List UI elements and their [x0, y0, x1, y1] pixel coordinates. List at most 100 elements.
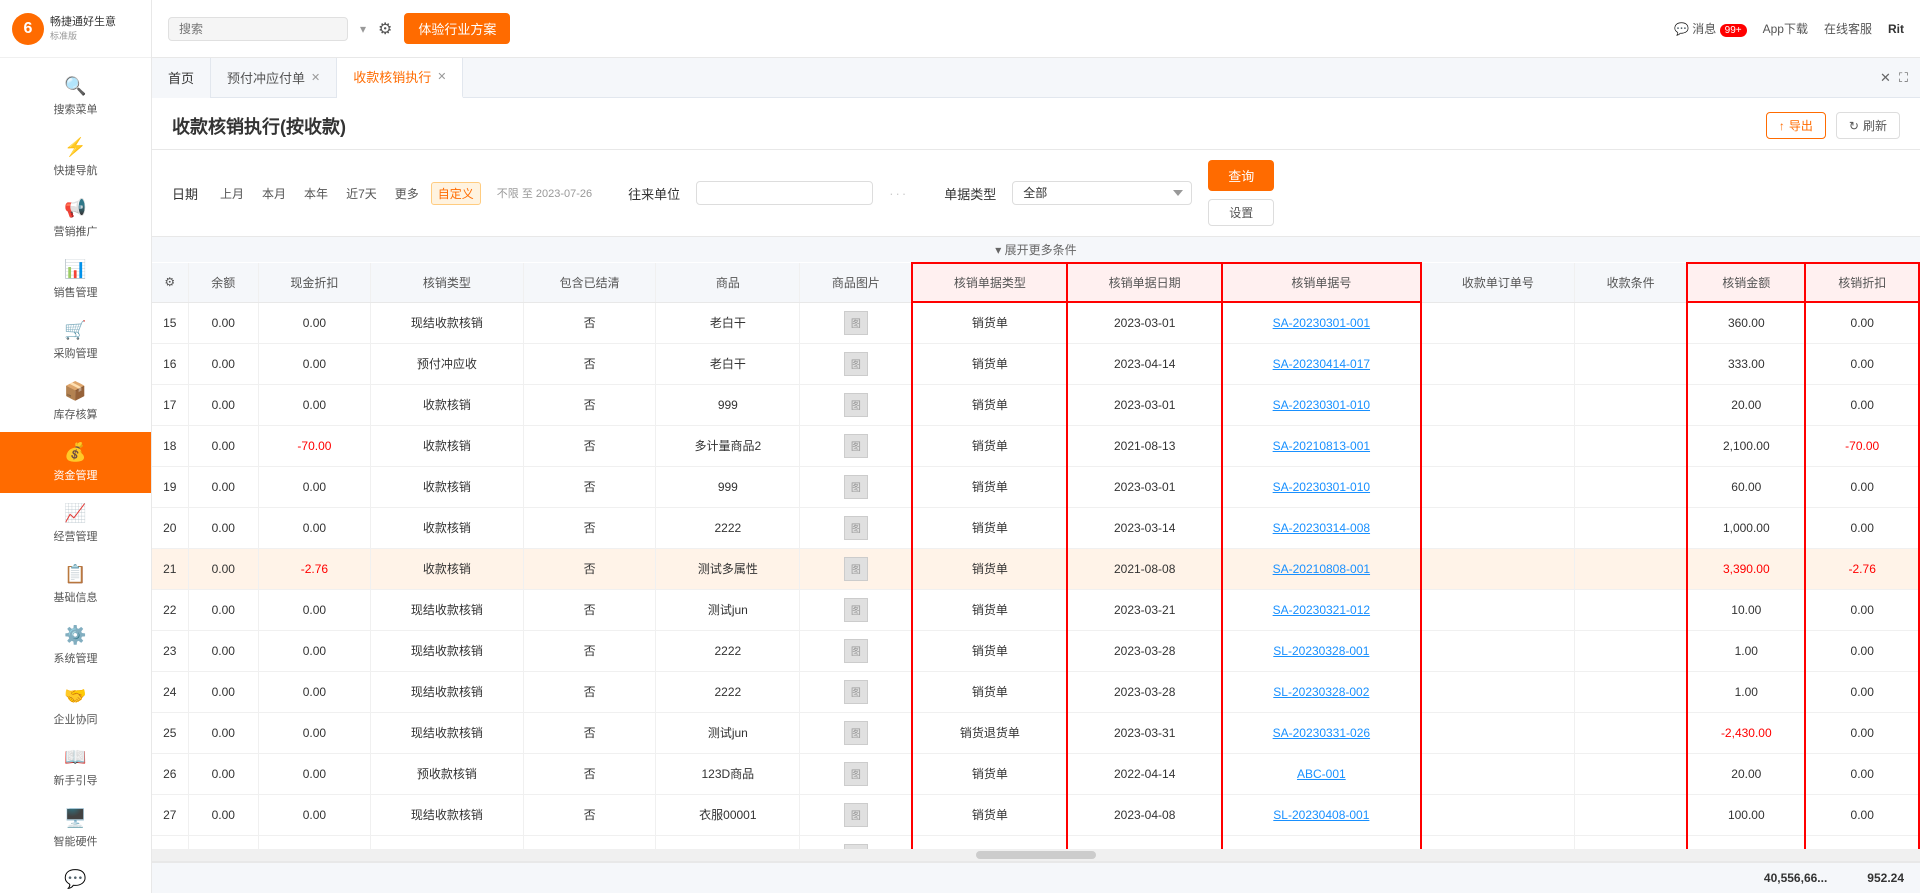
table-footer: 40,556,66... 952.24 — [152, 861, 1920, 893]
settings-icon[interactable]: ⚙ — [378, 19, 392, 39]
table-row: 270.000.00现结收款核销否衣服00001图销货单2023-04-08SL… — [152, 794, 1919, 835]
app-download-link[interactable]: App下载 — [1763, 20, 1808, 37]
date-btn-last-month[interactable]: 上月 — [214, 183, 250, 204]
tab-verify-label: 收款核销执行 — [353, 67, 431, 86]
page-title: 收款核销执行(按收款) — [172, 113, 346, 139]
sidebar-item-quicknav[interactable]: ⚡ 快捷导航 — [0, 127, 151, 188]
tab-close-all-icon[interactable]: ✕ — [1880, 70, 1891, 86]
sidebar-item-guide[interactable]: 📖 新手引导 — [0, 737, 151, 798]
sidebar-item-label: 经营管理 — [54, 528, 98, 544]
online-service-link[interactable]: 在线客服 — [1824, 20, 1872, 37]
sales-icon: 📊 — [64, 259, 86, 280]
th-goods-img: 商品图片 — [800, 263, 913, 302]
table-row: 210.00-2.76收款核销否测试多属性图销货单2021-08-08SA-20… — [152, 548, 1919, 589]
th-receipt-cond: 收款条件 — [1575, 263, 1688, 302]
tab-expand-icon[interactable]: ⛶ — [1899, 70, 1908, 86]
goods-img-cell: 图 — [800, 425, 913, 466]
date-btn-custom[interactable]: 自定义 — [431, 182, 481, 205]
from-unit-dots[interactable]: ··· — [889, 186, 908, 201]
sidebar-item-label: 采购管理 — [54, 345, 98, 361]
table-row: 230.000.00现结收款核销否2222图销货单2023-03-28SL-20… — [152, 630, 1919, 671]
table-row: 200.000.00收款核销否2222图销货单2023-03-14SA-2023… — [152, 507, 1919, 548]
purchase-icon: 🛒 — [64, 320, 86, 341]
th-verify-type: 核销类型 — [370, 263, 523, 302]
horizontal-scrollbar[interactable] — [976, 851, 1096, 859]
tab-verify-close[interactable]: ✕ — [437, 70, 446, 83]
th-balance: 余额 — [188, 263, 259, 302]
sidebar-item-weixin[interactable]: 💬 企业微信 — [0, 859, 151, 893]
finance-icon: 💰 — [64, 442, 86, 463]
user-name[interactable]: Rit — [1888, 22, 1904, 36]
sidebar-item-label: 新手引导 — [54, 772, 98, 788]
sidebar-item-hardware[interactable]: 🖥️ 智能硬件 — [0, 798, 151, 859]
notification-badge: 99+ — [1720, 24, 1747, 37]
table-area: ⚙ 余额 现金折扣 核销类型 包含已结清 商品 商品图片 核销单据类型 核销单据… — [152, 262, 1920, 893]
sidebar-item-sales[interactable]: 📊 销售管理 — [0, 249, 151, 310]
sidebar-item-finance[interactable]: 💰 资金管理 — [0, 432, 151, 493]
search-chevron-icon[interactable]: ▾ — [360, 22, 366, 36]
table-row: 170.000.00收款核销否999图销货单2023-03-01SA-20230… — [152, 384, 1919, 425]
tab-bar-controls: ✕ ⛶ — [1868, 70, 1920, 86]
export-button[interactable]: ↑ 导出 — [1766, 112, 1826, 139]
industry-btn[interactable]: 体验行业方案 — [404, 13, 510, 44]
notification-icon[interactable]: 💬 消息 99+ — [1674, 20, 1747, 37]
sidebar-item-label: 企业协同 — [54, 711, 98, 727]
table-row: 150.000.00现结收款核销否老白干图销货单2023-03-01SA-202… — [152, 302, 1919, 343]
refresh-icon: ↻ — [1849, 119, 1859, 133]
tab-prepay[interactable]: 预付冲应付单 ✕ — [211, 58, 337, 98]
expand-more[interactable]: ▾ 展开更多条件 — [152, 237, 1920, 262]
filter-date-options: 上月 本月 本年 近7天 更多 自定义 — [214, 182, 481, 205]
sidebar-item-operations[interactable]: 📈 经营管理 — [0, 493, 151, 554]
th-receipt-order: 收款单订单号 — [1421, 263, 1575, 302]
date-btn-this-month[interactable]: 本月 — [256, 183, 292, 204]
from-unit-input[interactable] — [696, 181, 873, 205]
goods-img-cell: 图 — [800, 589, 913, 630]
bill-type-label: 单据类型 — [944, 184, 996, 203]
sidebar-item-inventory[interactable]: 📦 库存核算 — [0, 371, 151, 432]
sidebar-item-search[interactable]: 🔍 搜索菜单 — [0, 66, 151, 127]
sidebar-item-label: 库存核算 — [54, 406, 98, 422]
sidebar-item-purchase[interactable]: 🛒 采购管理 — [0, 310, 151, 371]
tab-prepay-close[interactable]: ✕ — [311, 71, 320, 84]
sidebar-item-basic[interactable]: 📋 基础信息 — [0, 554, 151, 615]
logo-icon: 6 — [12, 13, 44, 45]
sidebar-logo: 6 畅捷通好生意 标准版 — [0, 0, 151, 58]
collab-icon: 🤝 — [64, 686, 86, 707]
goods-img-cell: 图 — [800, 712, 913, 753]
tab-home[interactable]: 首页 — [152, 58, 211, 98]
goods-img-cell: 图 — [800, 302, 913, 343]
system-icon: ⚙️ — [64, 625, 86, 646]
refresh-button[interactable]: ↻ 刷新 — [1836, 112, 1900, 139]
page-header-actions: ↑ 导出 ↻ 刷新 — [1766, 112, 1900, 139]
goods-img-cell: 图 — [800, 384, 913, 425]
from-unit-label: 往来单位 — [628, 184, 680, 203]
sidebar-item-label: 智能硬件 — [54, 833, 98, 849]
date-btn-more[interactable]: 更多 — [389, 183, 425, 204]
date-btn-this-year[interactable]: 本年 — [298, 183, 334, 204]
page-header: 收款核销执行(按收款) ↑ 导出 ↻ 刷新 — [152, 98, 1920, 150]
basic-icon: 📋 — [64, 564, 86, 585]
sidebar-item-label: 基础信息 — [54, 589, 98, 605]
sidebar-item-system[interactable]: ⚙️ 系统管理 — [0, 615, 151, 676]
sidebar: 6 畅捷通好生意 标准版 🔍 搜索菜单 ⚡ 快捷导航 📢 营销推广 📊 销 — [0, 0, 152, 893]
table-row: 190.000.00收款核销否999图销货单2023-03-01SA-20230… — [152, 466, 1919, 507]
sidebar-item-label: 搜索菜单 — [54, 101, 98, 117]
sidebar-item-label: 资金管理 — [54, 467, 98, 483]
th-bill-date: 核销单据日期 — [1067, 263, 1222, 302]
query-button[interactable]: 查询 — [1208, 160, 1274, 191]
bill-type-select[interactable]: 全部 销货单 销货退货单 — [1012, 181, 1192, 205]
search-input[interactable] — [168, 17, 348, 41]
sidebar-item-collab[interactable]: 🤝 企业协同 — [0, 676, 151, 737]
search-menu-icon: 🔍 — [64, 76, 86, 97]
setting-button[interactable]: 设置 — [1208, 199, 1274, 226]
table-row: 160.000.00预付冲应收否老白干图销货单2023-04-14SA-2023… — [152, 343, 1919, 384]
logo-name: 畅捷通好生意 — [50, 15, 116, 29]
logo-edition: 标准版 — [50, 29, 116, 42]
sidebar-item-marketing[interactable]: 📢 营销推广 — [0, 188, 151, 249]
table-wrapper[interactable]: ⚙ 余额 现金折扣 核销类型 包含已结清 商品 商品图片 核销单据类型 核销单据… — [152, 262, 1920, 849]
date-btn-7days[interactable]: 近7天 — [340, 183, 383, 204]
sidebar-item-label: 营销推广 — [54, 223, 98, 239]
tab-verify[interactable]: 收款核销执行 ✕ — [337, 58, 463, 98]
th-settings[interactable]: ⚙ — [152, 263, 188, 302]
goods-img-cell: 图 — [800, 630, 913, 671]
